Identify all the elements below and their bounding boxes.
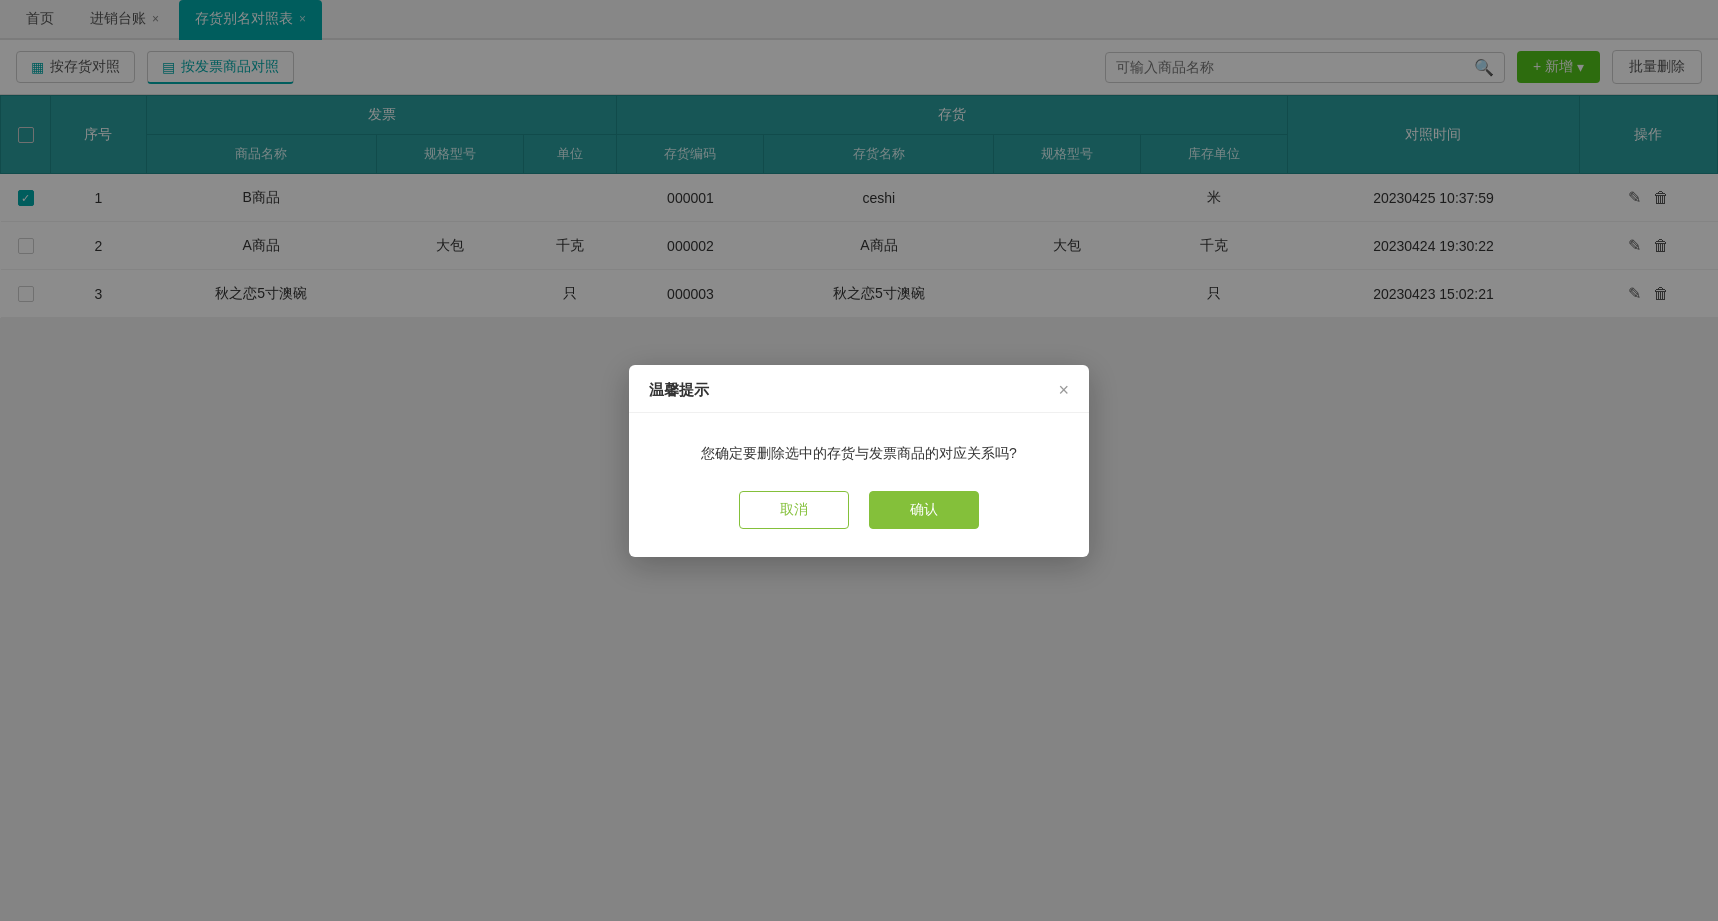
modal-overlay: 温馨提示 × 您确定要删除选中的存货与发票商品的对应关系吗? 取消 确认 bbox=[0, 0, 1718, 318]
